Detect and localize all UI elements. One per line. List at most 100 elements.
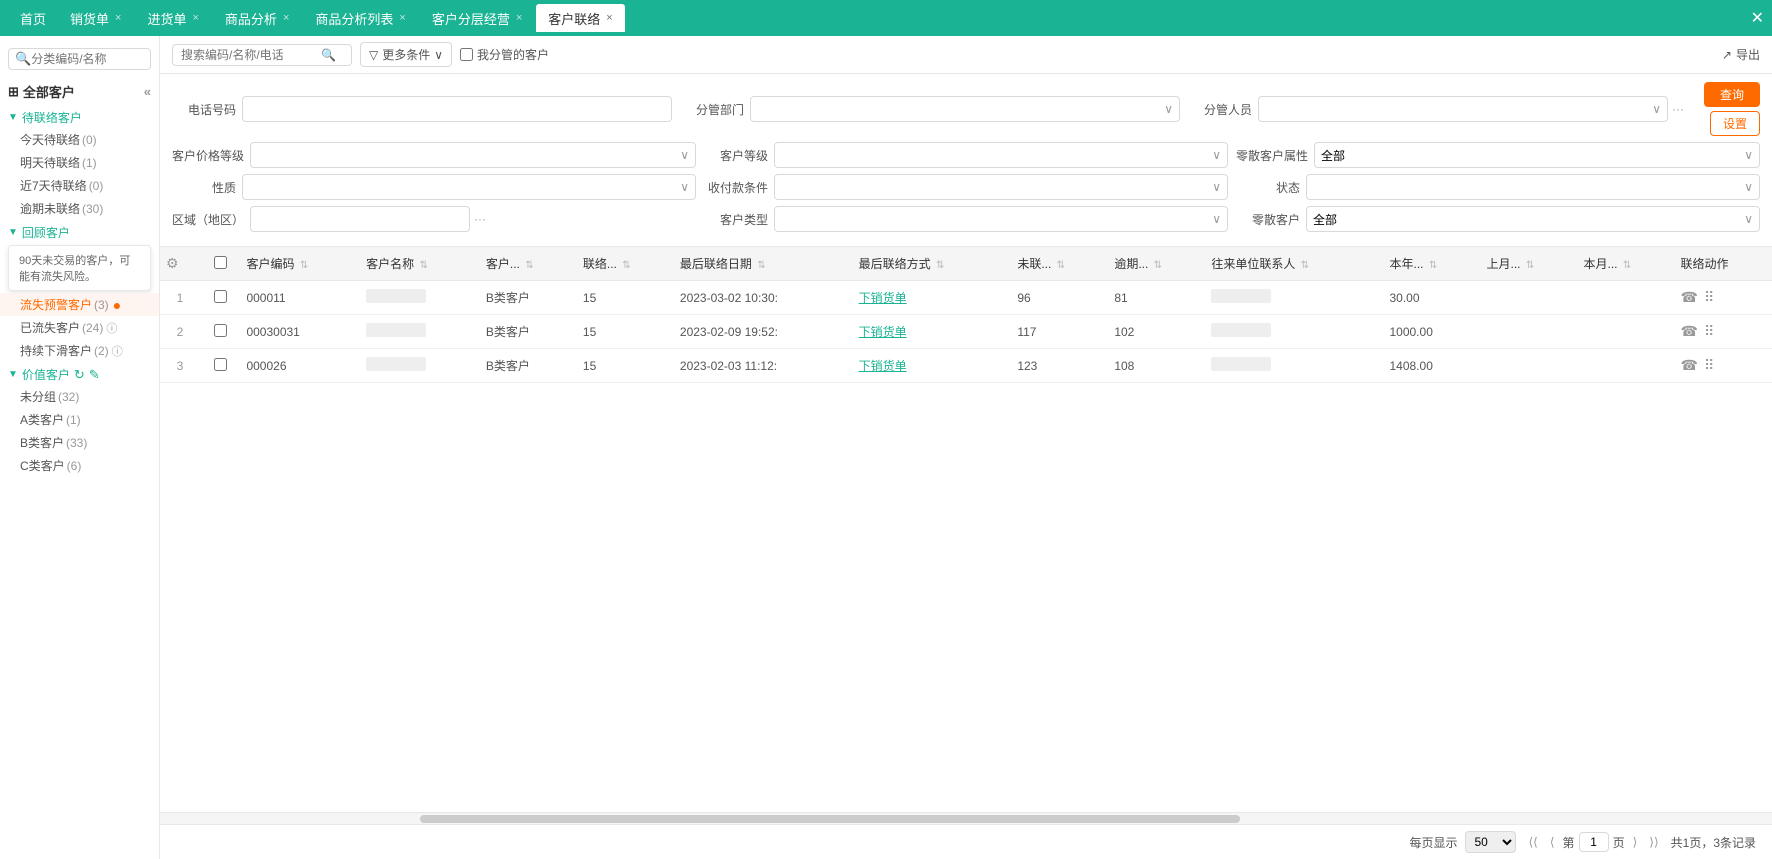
col-last-contact-date[interactable]: 最后联络日期 ⇅ (674, 247, 853, 281)
region-input[interactable] (250, 206, 470, 232)
person-select[interactable]: ∨ (1258, 96, 1668, 122)
my-customers-checkbox[interactable] (460, 48, 473, 61)
sidebar-search-box[interactable]: 🔍 (8, 48, 151, 70)
zero-attr-select[interactable]: 全部 ∨ (1314, 142, 1760, 168)
row-checkbox-0[interactable] (200, 281, 241, 315)
page-number-input[interactable] (1579, 832, 1609, 852)
row-checkbox-2[interactable] (200, 349, 241, 383)
horizontal-scrollbar[interactable] (160, 812, 1772, 824)
tab-home[interactable]: 首页 (8, 9, 58, 28)
col-this-month[interactable]: 本月... ⇅ (1577, 247, 1674, 281)
col-gear[interactable]: ⚙ (160, 247, 200, 281)
export-button[interactable]: ↗ 导出 (1722, 46, 1760, 63)
tab-close-analysis-list[interactable]: × (399, 12, 405, 24)
col-code[interactable]: 客户编码 ⇅ (240, 247, 360, 281)
col-this-year[interactable]: 本年... ⇅ (1383, 247, 1480, 281)
tab-customer-tier[interactable]: 客户分层经营 × (420, 4, 534, 32)
total-info: 共1页，3条记录 (1671, 834, 1756, 851)
query-button[interactable]: 查询 (1704, 82, 1760, 107)
sidebar-item-already-lost[interactable]: 已流失客户 (24) ⓘ (0, 316, 159, 339)
tab-analysis-list[interactable]: 商品分析列表 × (303, 4, 417, 32)
sidebar-group-value[interactable]: ▼ 价值客户 ↻ ✎ (0, 362, 159, 385)
sidebar-item-loss-warning[interactable]: 流失预警客户 (3) ● (0, 293, 159, 316)
row-last-method-1[interactable]: 下销货单 (853, 315, 1012, 349)
gender-select[interactable]: ∨ (242, 174, 696, 200)
sidebar-search-input[interactable] (31, 52, 144, 66)
sidebar-item-overdue[interactable]: 逾期未联络 (30) (0, 197, 159, 220)
region-more-icon[interactable]: ··· (470, 212, 490, 226)
more-action-icon-1[interactable]: ⠿ (1704, 323, 1714, 340)
col-checkbox[interactable] (200, 247, 241, 281)
contact-icon-1[interactable]: ☎ (1680, 323, 1697, 340)
next-page-button[interactable]: ⟩ (1629, 833, 1642, 851)
tab-close-sales[interactable]: × (115, 12, 121, 24)
filter-search-icon[interactable]: 🔍 (321, 48, 336, 62)
last-page-button[interactable]: ⟩⟩ (1645, 833, 1662, 851)
tab-customer-contact[interactable]: 客户联络 × (536, 4, 624, 32)
sidebar-item-tomorrow[interactable]: 明天待联络 (1) (0, 151, 159, 174)
row-name-1 (360, 315, 480, 349)
col-type[interactable]: 客户... ⇅ (480, 247, 577, 281)
col-name[interactable]: 客户名称 ⇅ (360, 247, 480, 281)
sidebar-collapse-icon[interactable]: « (144, 84, 151, 99)
phone-input[interactable] (242, 96, 672, 122)
price-level-select[interactable]: ∨ (250, 142, 696, 168)
sort-icon-method: ⇅ (936, 260, 944, 271)
sidebar-item-class-a[interactable]: A类客户 (1) (0, 408, 159, 431)
payment-select[interactable]: ∨ (774, 174, 1228, 200)
warning-dot: ● (113, 297, 121, 313)
tab-analysis[interactable]: 商品分析 × (213, 4, 301, 32)
sidebar-item-today[interactable]: 今天待联络 (0) (0, 128, 159, 151)
row-num-1: 2 (160, 315, 200, 349)
tab-close-purchase[interactable]: × (192, 12, 198, 24)
sidebar-item-downgrade[interactable]: 持续下滑客户 (2) ⓘ (0, 339, 159, 362)
row-last-method-2[interactable]: 下销货单 (853, 349, 1012, 383)
more-action-icon-2[interactable]: ⠿ (1704, 357, 1714, 374)
sidebar-item-class-c[interactable]: C类客户 (6) (0, 454, 159, 477)
refresh-icon[interactable]: ↻ (74, 367, 85, 383)
tab-close-customer-contact[interactable]: × (606, 12, 612, 24)
sidebar-group-pending-contact[interactable]: ▼ 待联络客户 (0, 105, 159, 128)
more-conditions-button[interactable]: ▽ 更多条件 ∨ (360, 42, 452, 67)
close-window-button[interactable]: ✕ (1751, 8, 1764, 28)
col-contact[interactable]: 联络... ⇅ (577, 247, 674, 281)
my-customers-filter[interactable]: 我分管的客户 (460, 46, 549, 63)
scrollbar-thumb[interactable] (420, 815, 1240, 823)
sidebar-item-class-b[interactable]: B类客户 (33) (0, 431, 159, 454)
row-uncontacted-2: 123 (1011, 349, 1108, 383)
col-last-contact-method[interactable]: 最后联络方式 ⇅ (853, 247, 1012, 281)
customer-level-select[interactable]: ∨ (774, 142, 1228, 168)
col-uncontacted[interactable]: 未联... ⇅ (1011, 247, 1108, 281)
customer-type-select[interactable]: ∨ (774, 206, 1228, 232)
person-more-icon[interactable]: ··· (1668, 102, 1688, 116)
first-page-button[interactable]: ⟨⟨ (1524, 833, 1541, 851)
prev-page-button[interactable]: ⟨ (1546, 833, 1559, 851)
per-page-select[interactable]: 50 100 200 (1465, 831, 1516, 853)
all-customers-header[interactable]: ⊞ 全部客户 « (0, 78, 159, 105)
tab-purchase[interactable]: 进货单 × (135, 4, 210, 32)
sidebar-item-week[interactable]: 近7天待联络 (0) (0, 174, 159, 197)
filter-search-box[interactable]: 🔍 (172, 44, 352, 66)
col-overdue[interactable]: 逾期... ⇅ (1108, 247, 1205, 281)
status-select[interactable]: ∨ (1306, 174, 1760, 200)
col-last-month[interactable]: 上月... ⇅ (1480, 247, 1577, 281)
filter-search-input[interactable] (181, 48, 321, 62)
tab-close-customer-tier[interactable]: × (516, 12, 522, 24)
gear-icon[interactable]: ⚙ (166, 255, 179, 271)
row-last-method-0[interactable]: 下销货单 (853, 281, 1012, 315)
col-unit-contact[interactable]: 往来单位联系人 ⇅ (1205, 247, 1383, 281)
more-action-icon-0[interactable]: ⠿ (1704, 289, 1714, 306)
contact-icon-0[interactable]: ☎ (1680, 289, 1697, 306)
tab-sales[interactable]: 销货单 × (58, 4, 133, 32)
sidebar-item-ungroup[interactable]: 未分组 (32) (0, 385, 159, 408)
sidebar-group-lost[interactable]: ▼ 回顾客户 (0, 220, 159, 243)
dept-arrow-icon: ∨ (1164, 102, 1173, 116)
tab-close-analysis[interactable]: × (283, 12, 289, 24)
settings-button[interactable]: 设置 (1710, 111, 1760, 136)
edit-icon[interactable]: ✎ (89, 367, 100, 383)
contact-icon-2[interactable]: ☎ (1680, 357, 1697, 374)
select-all-checkbox[interactable] (214, 256, 227, 269)
row-checkbox-1[interactable] (200, 315, 241, 349)
zero-customer-select[interactable]: 全部 ∨ (1306, 206, 1760, 232)
dept-select[interactable]: ∨ (750, 96, 1180, 122)
